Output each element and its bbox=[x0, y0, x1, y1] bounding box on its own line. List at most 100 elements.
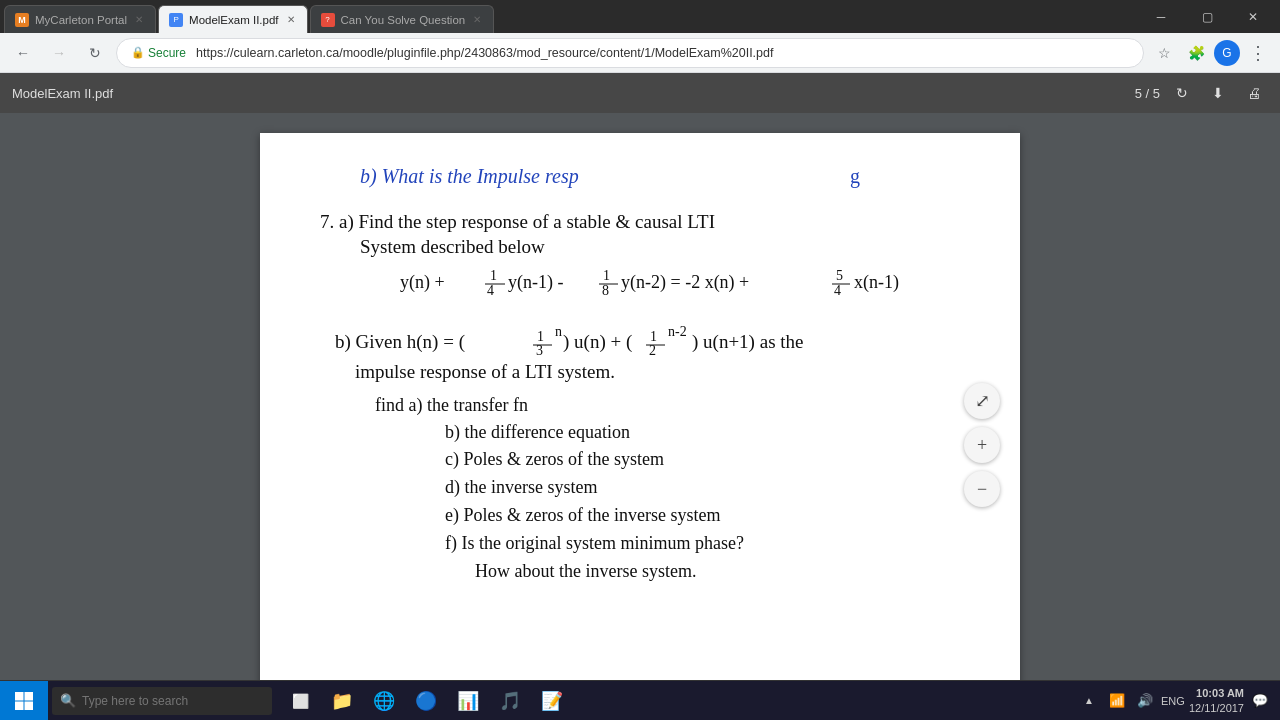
pdf-refresh-button[interactable]: ↻ bbox=[1168, 79, 1196, 107]
system-tray: ▲ 📶 🔊 ENG 10:03 AM 12/11/2017 💬 bbox=[1077, 686, 1280, 715]
tab-label-2: ModelExam II.pdf bbox=[189, 14, 278, 26]
file-explorer-button[interactable]: 📁 bbox=[322, 681, 362, 721]
svg-text:System  described  below: System described below bbox=[360, 236, 545, 257]
pdf-zoom-out-button[interactable]: − bbox=[964, 471, 1000, 507]
svg-text:c)   Poles  &  zeros  of  the : c) Poles & zeros of the system bbox=[445, 449, 664, 470]
back-button[interactable]: ← bbox=[8, 38, 38, 68]
tab-favicon-1: M bbox=[15, 13, 29, 27]
matlab-icon: 📊 bbox=[457, 690, 479, 712]
profile-button[interactable]: G bbox=[1214, 40, 1240, 66]
audio-button[interactable]: 🎵 bbox=[490, 681, 530, 721]
edge-button[interactable]: 🌐 bbox=[364, 681, 404, 721]
chrome-icon: 🔵 bbox=[415, 690, 437, 712]
tab-favicon-2: P bbox=[169, 13, 183, 27]
secure-badge[interactable]: 🔒 Secure bbox=[127, 44, 190, 62]
matlab-button[interactable]: 📊 bbox=[448, 681, 488, 721]
tab-modelexam[interactable]: P ModelExam II.pdf ✕ bbox=[158, 5, 307, 33]
pdf-fit-button[interactable]: ⤢ bbox=[964, 383, 1000, 419]
tabs-area: M MyCarleton Portal ✕ P ModelExam II.pdf… bbox=[4, 0, 1130, 33]
svg-text:y(n-2)  =  -2 x(n) +: y(n-2) = -2 x(n) + bbox=[621, 272, 749, 293]
pdf-page-info: 5 / 5 bbox=[1135, 86, 1160, 101]
pdf-toolbar: ModelExam II.pdf 5 / 5 ↻ ⬇ 🖨 bbox=[0, 73, 1280, 113]
svg-text:y(n-1) -: y(n-1) - bbox=[508, 272, 563, 293]
start-button[interactable] bbox=[0, 681, 48, 721]
keyboard-layout-icon: ENG bbox=[1161, 695, 1185, 707]
pdf-download-button[interactable]: ⬇ bbox=[1204, 79, 1232, 107]
svg-text:2: 2 bbox=[649, 343, 656, 358]
tab-favicon-3: ? bbox=[321, 13, 335, 27]
taskbar-search[interactable]: 🔍 bbox=[52, 687, 272, 715]
svg-text:1: 1 bbox=[537, 329, 544, 344]
svg-text:4: 4 bbox=[834, 283, 841, 298]
svg-text:5: 5 bbox=[836, 268, 843, 283]
svg-text:n-2: n-2 bbox=[668, 324, 687, 339]
maximize-button[interactable]: ▢ bbox=[1184, 0, 1230, 33]
svg-text:How  about  the  inverse  syst: How about the inverse system. bbox=[475, 561, 696, 581]
svg-text:f)   Is  the  original  system: f) Is the original system minimum phase? bbox=[445, 533, 744, 554]
svg-text:)  u(n)  +  (: ) u(n) + ( bbox=[563, 331, 632, 353]
audio-icon: 🎵 bbox=[499, 690, 521, 712]
nav-right-controls: ☆ 🧩 G ⋮ bbox=[1150, 39, 1272, 67]
pdf-print-button[interactable]: 🖨 bbox=[1240, 79, 1268, 107]
wifi-icon: 📶 bbox=[1109, 693, 1125, 708]
chrome-button[interactable]: 🔵 bbox=[406, 681, 446, 721]
taskbar-pinned-icons: ⬜ 📁 🌐 🔵 📊 🎵 📝 bbox=[280, 681, 572, 721]
taskview-icon: ⬜ bbox=[292, 693, 309, 709]
svg-text:1: 1 bbox=[603, 268, 610, 283]
svg-text:3: 3 bbox=[536, 343, 543, 358]
close-button[interactable]: ✕ bbox=[1230, 0, 1276, 33]
forward-button[interactable]: → bbox=[44, 38, 74, 68]
extensions-button[interactable]: 🧩 bbox=[1182, 39, 1210, 67]
tray-expand-button[interactable]: ▲ bbox=[1077, 689, 1101, 713]
notification-button[interactable]: 💬 bbox=[1248, 689, 1272, 713]
svg-text:n: n bbox=[555, 324, 562, 339]
volume-icon[interactable]: 🔊 bbox=[1133, 689, 1157, 713]
address-bar[interactable]: 🔒 Secure https://culearn.carleton.ca/moo… bbox=[116, 38, 1144, 68]
svg-text:b)   What  is  the  Impulse  r: b) What is the Impulse resp bbox=[360, 165, 579, 188]
svg-text:)  u(n+1)  as  the: ) u(n+1) as the bbox=[692, 331, 804, 353]
svg-text:b)   the  difference  equation: b) the difference equation bbox=[445, 422, 630, 443]
bookmark-button[interactable]: ☆ bbox=[1150, 39, 1178, 67]
pdf-page: b) What is the Impulse resp g 7. a) Find… bbox=[260, 133, 1020, 680]
tab-label-1: MyCarleton Portal bbox=[35, 14, 127, 26]
keyboard-icon[interactable]: ENG bbox=[1161, 689, 1185, 713]
clock-date: 12/11/2017 bbox=[1189, 701, 1244, 715]
minimize-button[interactable]: ─ bbox=[1138, 0, 1184, 33]
tab-close-2[interactable]: ✕ bbox=[285, 12, 297, 27]
svg-text:impulse  response  of  a  LTI : impulse response of a LTI system. bbox=[355, 361, 615, 382]
window-controls: ─ ▢ ✕ bbox=[1138, 0, 1276, 33]
tab-close-3[interactable]: ✕ bbox=[471, 12, 483, 27]
svg-text:x(n-1): x(n-1) bbox=[854, 272, 899, 293]
secure-label: Secure bbox=[148, 46, 186, 60]
svg-text:y(n) +: y(n) + bbox=[400, 272, 445, 293]
pdf-zoom-in-button[interactable]: + bbox=[964, 427, 1000, 463]
svg-text:d)   the  inverse  system: d) the inverse system bbox=[445, 477, 597, 498]
reload-button[interactable]: ↻ bbox=[80, 38, 110, 68]
svg-rect-38 bbox=[15, 701, 24, 710]
network-icon[interactable]: 📶 bbox=[1105, 689, 1129, 713]
chevron-up-icon: ▲ bbox=[1084, 695, 1094, 706]
pdf-title: ModelExam II.pdf bbox=[12, 86, 1127, 101]
svg-rect-36 bbox=[15, 692, 24, 701]
svg-text:find  a)   the  transfer  fn: find a) the transfer fn bbox=[375, 395, 528, 416]
speaker-icon: 🔊 bbox=[1137, 693, 1153, 708]
tab-close-1[interactable]: ✕ bbox=[133, 12, 145, 27]
word-button[interactable]: 📝 bbox=[532, 681, 572, 721]
system-clock[interactable]: 10:03 AM 12/11/2017 bbox=[1189, 686, 1244, 715]
pdf-toolbar-right: ↻ ⬇ 🖨 bbox=[1168, 79, 1268, 107]
search-input[interactable] bbox=[82, 694, 252, 708]
tab-mycarleton[interactable]: M MyCarleton Portal ✕ bbox=[4, 5, 156, 33]
svg-rect-39 bbox=[25, 701, 34, 710]
pdf-handwriting: b) What is the Impulse resp g 7. a) Find… bbox=[300, 153, 980, 680]
svg-text:8: 8 bbox=[602, 283, 609, 298]
search-icon: 🔍 bbox=[60, 693, 76, 708]
tab-solvequestion[interactable]: ? Can You Solve Question ✕ bbox=[310, 5, 495, 33]
windows-icon bbox=[14, 691, 34, 711]
tab-empty bbox=[496, 5, 526, 33]
clock-time: 10:03 AM bbox=[1189, 686, 1244, 700]
tab-label-3: Can You Solve Question bbox=[341, 14, 466, 26]
pdf-zoom-controls: ⤢ + − bbox=[964, 383, 1000, 507]
svg-text:g: g bbox=[850, 165, 860, 188]
taskview-button[interactable]: ⬜ bbox=[280, 681, 320, 721]
menu-button[interactable]: ⋮ bbox=[1244, 39, 1272, 67]
